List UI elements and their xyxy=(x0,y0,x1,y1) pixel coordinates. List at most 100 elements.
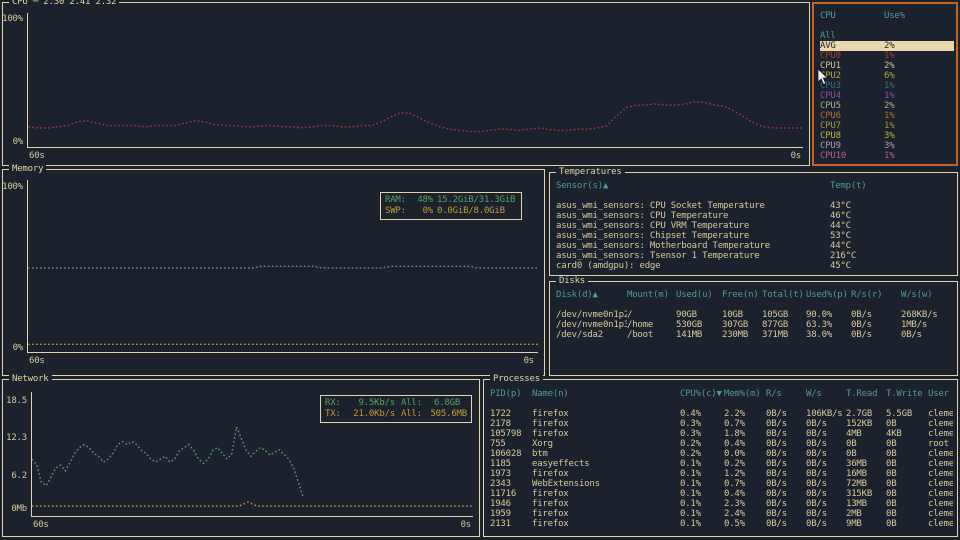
cell: 1959 xyxy=(490,509,511,519)
cell: T.Write xyxy=(886,389,923,399)
cpu-y-axis: 100% 0% xyxy=(2,13,25,148)
cell: 105798 xyxy=(490,429,522,439)
table-row[interactable]: 1959 firefox 0.1% 2.4% 0B/s 0B/s 2MB 0B cleme… xyxy=(490,509,953,519)
table-row[interactable]: asus_wmi_sensors: CPU Temperature 46°C xyxy=(556,211,953,221)
table-row[interactable]: CPU2 6% xyxy=(820,71,954,81)
memory-y-axis: 100% 0% xyxy=(2,180,25,354)
cell: 315KB xyxy=(846,489,873,499)
cell: 0B/s xyxy=(766,509,787,519)
cell: 16MB xyxy=(846,469,867,479)
table-row[interactable]: 755 Xorg 0.2% 0.4% 0B/s 0B/s 0B 0B root xyxy=(490,439,953,449)
table-row[interactable]: All xyxy=(820,31,954,41)
table-row[interactable]: 2343 WebExtensions 0.1% 0.7% 0B/s 0B/s 72MB 0B c… xyxy=(490,479,953,489)
cell: W/s(w) xyxy=(901,290,933,300)
table-row[interactable]: 1185 easyeffects 0.1% 0.2% 0B/s 0B/s 36MB 0B cle… xyxy=(490,459,953,469)
cpu-legend-table: CPU Use% All AVG 2% CPU0 1% CPU1 2% CPU2 6% CPU3 1% C… xyxy=(820,11,954,162)
cell: WebExtensions xyxy=(532,479,600,489)
table-row[interactable]: CPU10 1% xyxy=(820,151,954,161)
cell: asus_wmi_sensors: Chipset Temperature xyxy=(556,231,750,241)
table-header[interactable]: Disk(d)▲ Mount(m) Used(u) Free(n) Total(t) Us… xyxy=(556,290,953,300)
cpu-usage-chart xyxy=(28,100,803,133)
table-row[interactable]: 11716 firefox 0.1% 0.4% 0B/s 0B/s 315KB 0B cleme… xyxy=(490,489,953,499)
cell xyxy=(884,31,954,41)
cell: CPU3 xyxy=(820,81,841,91)
y-tick-label: 100% xyxy=(2,181,23,192)
temperatures-panel[interactable]: Temperatures Sensor(s)▲ Temp(t) asus_wmi_s… xyxy=(549,167,958,276)
cell: cleme… xyxy=(928,469,953,479)
table-row[interactable]: card0 (amdgpu): edge 45°C xyxy=(556,261,953,271)
cell: 0B/s xyxy=(766,499,787,509)
cell: 3% xyxy=(884,131,895,141)
network-panel[interactable]: Network 18.5 12.3 6.2 0Mb 60s 0s RX: 9.5Kb/… xyxy=(2,374,480,537)
table-row[interactable]: /dev/nvme0n1p2/ 90GB 10GB 105GB 90.0% 0B/s 268… xyxy=(556,310,953,320)
table-row[interactable]: CPU9 3% xyxy=(820,141,954,151)
table-row[interactable]: asus_wmi_sensors: Tsensor 1 Temperature 2… xyxy=(556,251,953,261)
table-row[interactable]: asus_wmi_sensors: Chipset Temperature 53°… xyxy=(556,231,953,241)
table-row[interactable]: CPU0 1% xyxy=(820,51,954,61)
table-header[interactable]: Sensor(s)▲ Temp(t) xyxy=(556,181,953,191)
table-row[interactable]: asus_wmi_sensors: Motherboard Temperatur… xyxy=(556,241,953,251)
cell: 0B/s xyxy=(806,479,827,489)
table-row[interactable]: CPU1 2% xyxy=(820,61,954,71)
cell: 2% xyxy=(884,61,895,71)
table-row[interactable]: /dev/nvme0n1p3/home 530GB 307GB 877GB 63.3% 0… xyxy=(556,320,953,330)
cell: /home xyxy=(627,320,654,330)
table-row[interactable]: 2131 firefox 0.1% 0.5% 0B/s 0B/s 9MB 0B cleme… xyxy=(490,519,953,529)
table-row[interactable]: 1722 firefox 0.4% 2.2% 0B/s 106KB/s 2.7GB 5.5GB… xyxy=(490,409,953,419)
cell: cleme… xyxy=(928,499,953,509)
swap-percent: 0% xyxy=(422,206,434,216)
cell: 0B/s xyxy=(766,469,787,479)
table-row[interactable]: CPU4 1% xyxy=(820,91,954,101)
cell: Use% xyxy=(884,11,905,21)
cell: AVG xyxy=(820,41,836,51)
memory-series-ram xyxy=(28,265,538,269)
disks-panel[interactable]: Disks Disk(d)▲ Mount(m) Used(u) Free(n) Tota… xyxy=(549,276,958,376)
table-row[interactable]: CPU7 1% xyxy=(820,121,954,131)
table-row[interactable]: asus_wmi_sensors: CPU VRM Temperature 44°… xyxy=(556,221,953,231)
table-row[interactable]: asus_wmi_sensors: CPU Socket Temperature… xyxy=(556,201,953,211)
cell: 0.7% xyxy=(724,479,745,489)
table-header[interactable]: PID(p) Name(n) CPU%(c)▼ Mem%(m) R/s W/s T.Read… xyxy=(490,389,953,399)
table-row[interactable]: 105798 firefox 0.3% 1.8% 0B/s 0B/s 4MB 4KB cleme… xyxy=(490,429,953,439)
memory-panel-title: Memory xyxy=(9,164,47,175)
cell: cleme… xyxy=(928,409,953,419)
memory-panel[interactable]: Memory 100% 0% 60s 0s RAM: 48% 15.2GiB/31… xyxy=(2,164,545,376)
cell: firefox xyxy=(532,509,569,519)
rx-all-value: 6.8GB xyxy=(434,398,461,408)
table-row[interactable]: 106028 btm 0.2% 0.0% 0B/s 0B/s 0B 0B cleme… xyxy=(490,449,953,459)
cell: CPU9 xyxy=(820,141,841,151)
table-row[interactable]: 1946 firefox 0.1% 2.3% 0B/s 0B/s 13MB 0B cleme… xyxy=(490,499,953,509)
cell: All xyxy=(820,31,836,41)
temperatures-panel-title: Temperatures xyxy=(556,167,625,178)
table-row[interactable]: AVG 2% xyxy=(820,41,954,51)
y-tick-label: 0% xyxy=(12,343,24,354)
cell: 0.1% xyxy=(680,489,701,499)
table-header[interactable]: CPU Use% xyxy=(820,11,954,21)
table-row[interactable]: 2178 firefox 0.3% 0.7% 0B/s 0B/s 152KB 0B cleme… xyxy=(490,419,953,429)
cell: 1.2% xyxy=(724,469,745,479)
cell: 0B/s xyxy=(806,439,827,449)
ram-percent: 48% xyxy=(417,195,433,205)
table-row[interactable]: CPU8 3% xyxy=(820,131,954,141)
processes-panel[interactable]: Processes PID(p) Name(n) CPU%(c)▼ Mem%(m) R/… xyxy=(483,374,958,537)
cell: 0.4% xyxy=(680,409,701,419)
cell: User xyxy=(928,389,949,399)
cell: cleme… xyxy=(928,509,953,519)
cell: asus_wmi_sensors: CPU Temperature xyxy=(556,211,729,221)
cpu-graph-panel[interactable]: CPU ─ 2.30 2.41 2.32 100% 0% 60s 0s xyxy=(2,0,810,166)
table-row[interactable]: CPU5 2% xyxy=(820,101,954,111)
ram-label: RAM: xyxy=(385,195,406,205)
table-row[interactable]: 1973 firefox 0.1% 1.2% 0B/s 0B/s 16MB 0B cleme… xyxy=(490,469,953,479)
cell: Mem%(m) xyxy=(724,389,761,399)
network-legend: RX: 9.5Kb/s All: 6.8GB TX: 21.0Kb/s All:… xyxy=(320,395,472,423)
cell: 0B xyxy=(886,449,897,459)
cell: Sensor(s)▲ xyxy=(556,181,609,191)
cell: 90GB xyxy=(676,310,697,320)
table-row[interactable]: /dev/sda2/boot 141MB 230MB 371MB 38.0% 0B/s 0B… xyxy=(556,330,953,340)
cell: 45°C xyxy=(830,261,851,271)
table-row[interactable]: CPU3 1% xyxy=(820,81,954,91)
cell: firefox xyxy=(532,419,569,429)
table-row[interactable]: CPU6 1% xyxy=(820,111,954,121)
cpu-legend-panel[interactable]: CPU Use% All AVG 2% CPU0 1% CPU1 2% CPU2 6% CPU3 1% C… xyxy=(812,2,958,166)
cpu-series-avg xyxy=(28,100,803,133)
